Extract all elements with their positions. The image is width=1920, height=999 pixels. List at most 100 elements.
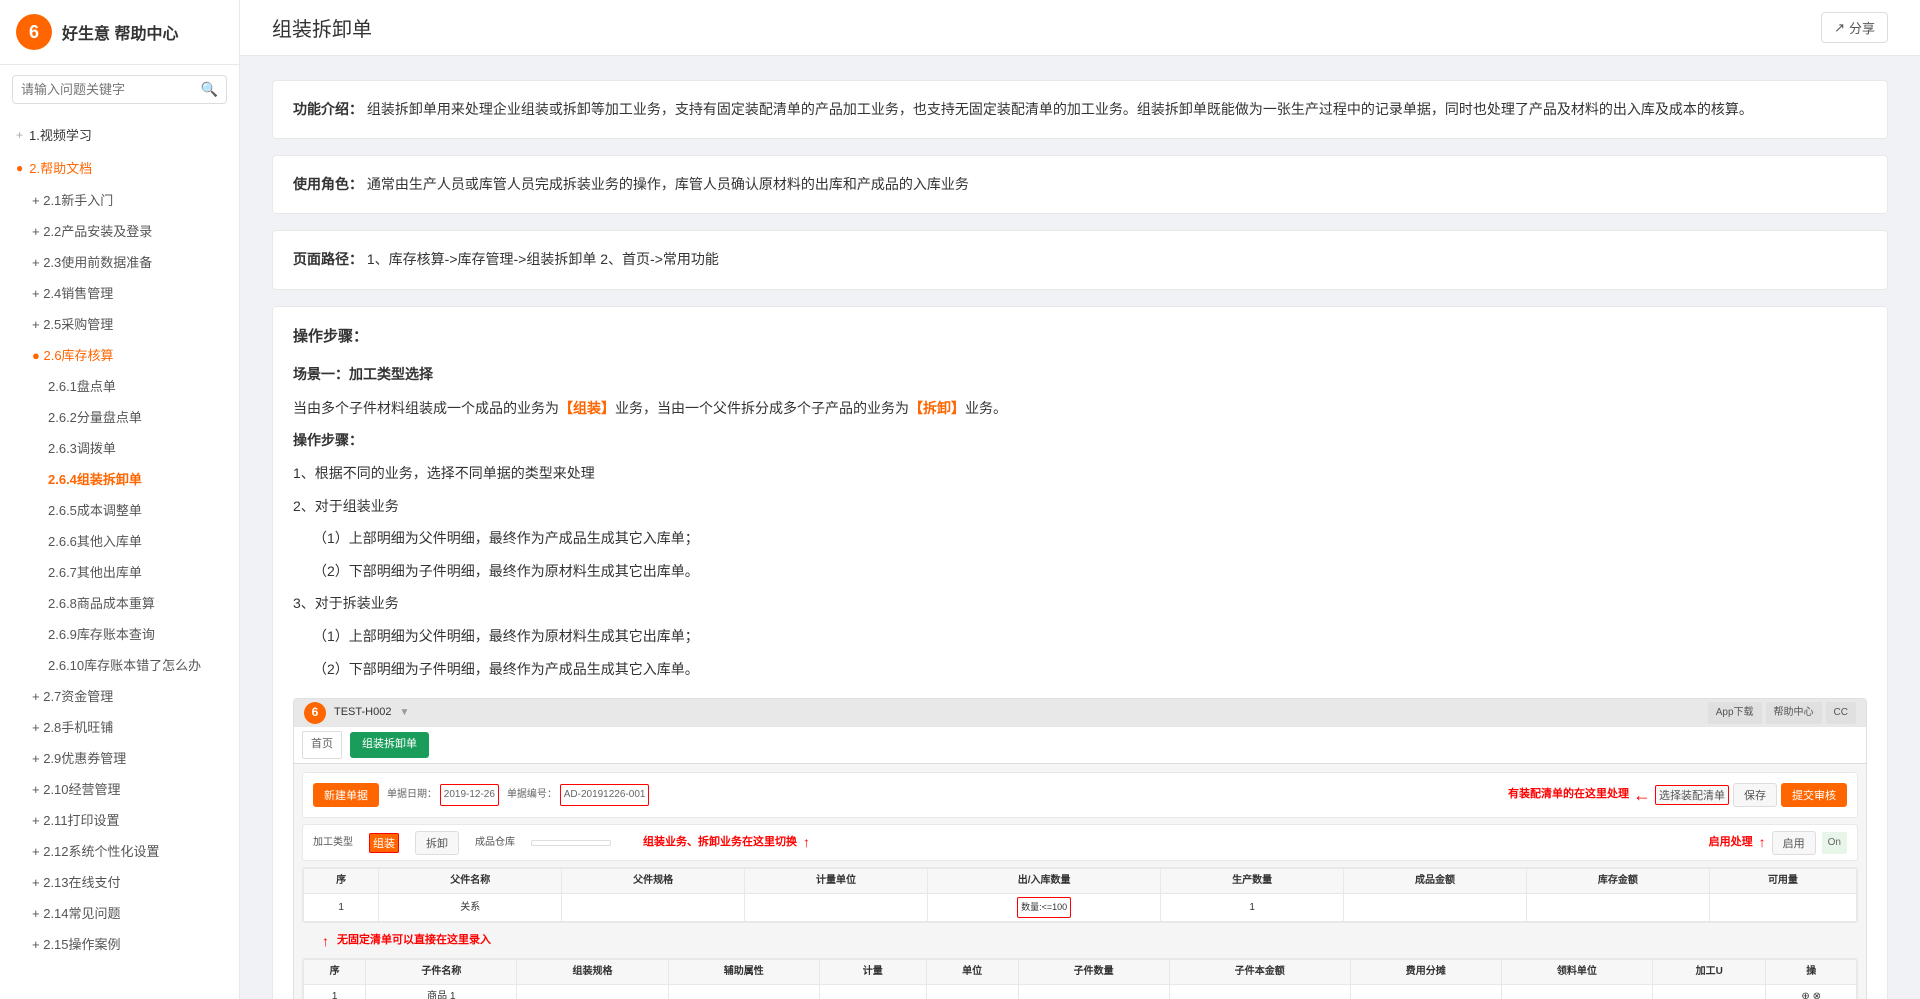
sidebar-item-docs[interactable]: ● 2.帮助文档 <box>0 151 239 184</box>
th-unit: 计量单位 <box>745 869 928 894</box>
sidebar-item-finance[interactable]: + 2.7资金管理 <box>0 680 239 711</box>
path-text: 1、库存核算->库存管理->组装拆卸单 2、首页->常用功能 <box>367 251 719 267</box>
sidebar-item-assembly[interactable]: 2.6.4组装拆卸单 <box>0 463 239 494</box>
arrow1-icon: ← <box>1633 779 1651 811</box>
step3-sub2: （2）下部明细为子件明细，最终作为产成品生成其它入库单。 <box>293 656 1867 683</box>
content-area: 功能介绍： 组装拆卸单用来处理企业组装或拆卸等加工业务，支持有固定装配清单的产品… <box>240 56 1920 999</box>
nav-section: + 1.视频学习 ● 2.帮助文档 + 2.1新手入门 + 2.2产品安装及登录… <box>0 114 239 963</box>
sidebar-item-mobile[interactable]: + 2.8手机旺铺 <box>0 711 239 742</box>
mock-main-tab[interactable]: 组装拆卸单 <box>350 732 429 758</box>
annotation1-label: 有装配清单的在这里处理 <box>1508 785 1629 805</box>
mock-date-label: 单据日期 <box>387 789 427 800</box>
mock-toolbar: 新建单据 单据日期： 2019-12-26 单据编号： AD-20191226-… <box>302 772 1858 818</box>
sidebar-item-install[interactable]: + 2.2产品安装及登录 <box>0 215 239 246</box>
search-box[interactable]: 🔍 <box>12 75 227 104</box>
arrow4-icon: ↑ <box>1759 830 1766 855</box>
th-prod-qty: 生产数量 <box>1161 869 1344 894</box>
share-icon: ↗ <box>1834 20 1845 36</box>
mock-user-btn[interactable]: CC <box>1826 702 1856 724</box>
arrow5-icon: ↑ <box>322 929 329 954</box>
th-seq: 序 <box>304 869 379 894</box>
sidebar-item-stock-split[interactable]: 2.6.2分量盘点单 <box>0 401 239 432</box>
qty-annotated: 数量:<=100 <box>1017 897 1071 917</box>
expand-icon: + <box>16 128 23 142</box>
sidebar-item-faq[interactable]: + 2.14常见问题 <box>0 897 239 928</box>
mock-titlebar: 6 TEST-H002 ▼ App下载 帮助中心 CC <box>294 699 1866 727</box>
mock-nav: 首页 组装拆卸单 <box>294 727 1866 764</box>
annotation4-label: 启用处理 <box>1709 833 1753 853</box>
sidebar-item-cases[interactable]: + 2.15操作案例 <box>0 928 239 959</box>
sidebar-item-print[interactable]: + 2.11打印设置 <box>0 804 239 835</box>
sidebar-item-stock-query[interactable]: 2.6.9库存账本查询 <box>0 618 239 649</box>
step2-sub1: （1）上部明细为父件明细，最终作为产成品生成其它入库单； <box>293 525 1867 552</box>
app-name: 好生意 帮助中心 <box>62 20 178 44</box>
th-parent-spec: 父件规格 <box>562 869 745 894</box>
sidebar-item-data-prep[interactable]: + 2.3使用前数据准备 <box>0 246 239 277</box>
annotation5-label: 无固定清单可以直接在这里录入 <box>337 931 491 951</box>
mock-submit-btn[interactable]: 提交审核 <box>1781 783 1847 807</box>
mock-enable-btn[interactable]: 启用 <box>1772 831 1816 855</box>
search-input[interactable] <box>21 82 201 97</box>
search-icon[interactable]: 🔍 <box>201 81 218 98</box>
mock-type-disassembly-btn[interactable]: 拆卸 <box>415 831 459 855</box>
role-text: 通常由生产人员或库管人员完成拆装业务的操作，库管人员确认原材料的出库和产成品的入… <box>367 176 969 192</box>
sidebar-item-sales[interactable]: + 2.4销售管理 <box>0 277 239 308</box>
step2-sub2: （2）下部明细为子件明细，最终作为原材料生成其它出库单。 <box>293 558 1867 585</box>
sidebar-item-inbound[interactable]: 2.6.6其他入库单 <box>0 525 239 556</box>
ops-steps-sub-label: 操作步骤： <box>293 427 1867 454</box>
share-button[interactable]: ↗ 分享 <box>1821 12 1888 43</box>
step2: 2、对于组装业务 <box>293 493 1867 520</box>
sidebar-item-newbie[interactable]: + 2.1新手入门 <box>0 184 239 215</box>
sidebar-item-purchase[interactable]: + 2.5采购管理 <box>0 308 239 339</box>
mock-type-assembly-btn[interactable]: 组装 <box>369 833 399 853</box>
sidebar-item-operation[interactable]: + 2.10经营管理 <box>0 773 239 804</box>
scenario1-desc: 当由多个子件材料组装成一个成品的业务为【组装】业务，当由一个父件拆分成多个子产品… <box>293 395 1867 422</box>
screenshot-container: 6 TEST-H002 ▼ App下载 帮助中心 CC 首页 <box>293 698 1867 999</box>
step3: 3、对于拆装业务 <box>293 590 1867 617</box>
mock-date-val: 2019-12-26 <box>440 784 499 806</box>
role-block: 使用角色： 通常由生产人员或库管人员完成拆装业务的操作，库管人员确认原材料的出库… <box>272 155 1888 214</box>
mock-on-label: On <box>1822 832 1847 854</box>
intro-text: 组装拆卸单用来处理企业组装或拆卸等加工业务，支持有固定装配清单的产品加工业务，也… <box>367 101 1753 117</box>
mock-appstore-btn[interactable]: App下载 <box>1708 702 1762 724</box>
mock-window-title: TEST-H002 <box>334 703 391 723</box>
ops-block: 操作步骤： 场景一：加工类型选择 当由多个子件材料组装成一个成品的业务为【组装】… <box>272 306 1888 999</box>
sidebar-item-video[interactable]: + 1.视频学习 <box>0 118 239 151</box>
top-bar: 组装拆卸单 ↗ 分享 <box>240 0 1920 56</box>
table-row: 1 关系 数量:<=100 1 <box>304 894 1857 921</box>
sidebar-item-custom[interactable]: + 2.12系统个性化设置 <box>0 835 239 866</box>
mock-select-bom-btn[interactable]: 选择装配清单 <box>1655 785 1729 805</box>
mock-new-btn[interactable]: 新建单据 <box>313 783 379 807</box>
mock-type-row: 加工类型 组装 拆卸 成品仓库 组装业务、拆卸业务在这里切换 ↑ 启用处理 <box>302 824 1858 861</box>
sidebar-item-coupon[interactable]: + 2.9优惠券管理 <box>0 742 239 773</box>
intro-block: 功能介绍： 组装拆卸单用来处理企业组装或拆卸等加工业务，支持有固定装配清单的产品… <box>272 80 1888 139</box>
path-block: 页面路径： 1、库存核算->库存管理->组装拆卸单 2、首页->常用功能 <box>272 230 1888 289</box>
table-row: 1 商品 1 ⊕ ⊗ <box>304 984 1857 999</box>
path-label: 页面路径： <box>293 251 363 267</box>
scenario1-title: 场景一：加工类型选择 <box>293 362 1867 387</box>
sidebar-item-stock-error[interactable]: 2.6.10库存账本错了怎么办 <box>0 649 239 680</box>
sidebar-header: 6 好生意 帮助中心 <box>0 0 239 65</box>
mock-save-btn[interactable]: 保存 <box>1733 783 1777 807</box>
logo-icon: 6 <box>16 14 52 50</box>
sidebar-item-adjust[interactable]: 2.6.3调拨单 <box>0 432 239 463</box>
arrow3-icon: ↑ <box>803 830 810 855</box>
step1: 1、根据不同的业务，选择不同单据的类型来处理 <box>293 460 1867 487</box>
sidebar-item-cost-recalc[interactable]: 2.6.8商品成本重算 <box>0 587 239 618</box>
mock-docno-val: AD-20191226-001 <box>560 784 650 806</box>
mock-home-tab[interactable]: 首页 <box>302 731 342 759</box>
mock-help-btn[interactable]: 帮助中心 <box>1766 702 1822 724</box>
page-title: 组装拆卸单 <box>272 13 372 42</box>
sidebar-item-online-pay[interactable]: + 2.13在线支付 <box>0 866 239 897</box>
sidebar-item-inventory[interactable]: ● 2.6库存核算 <box>0 339 239 370</box>
ops-title: 操作步骤： <box>293 323 1867 350</box>
mock-warehouse-input[interactable] <box>531 840 611 846</box>
th-stock-amt: 库存金额 <box>1526 869 1709 894</box>
main-content: 组装拆卸单 ↗ 分享 功能介绍： 组装拆卸单用来处理企业组装或拆卸等加工业务，支… <box>240 0 1920 999</box>
sidebar-item-outbound[interactable]: 2.6.7其他出库单 <box>0 556 239 587</box>
th-avail: 可用量 <box>1709 869 1856 894</box>
sidebar-item-cost-adjust[interactable]: 2.6.5成本调整单 <box>0 494 239 525</box>
sidebar-item-stock-check[interactable]: 2.6.1盘点单 <box>0 370 239 401</box>
mock-docno-label: 单据编号 <box>507 789 547 800</box>
step3-sub1: （1）上部明细为父件明细，最终作为原材料生成其它出库单； <box>293 623 1867 650</box>
